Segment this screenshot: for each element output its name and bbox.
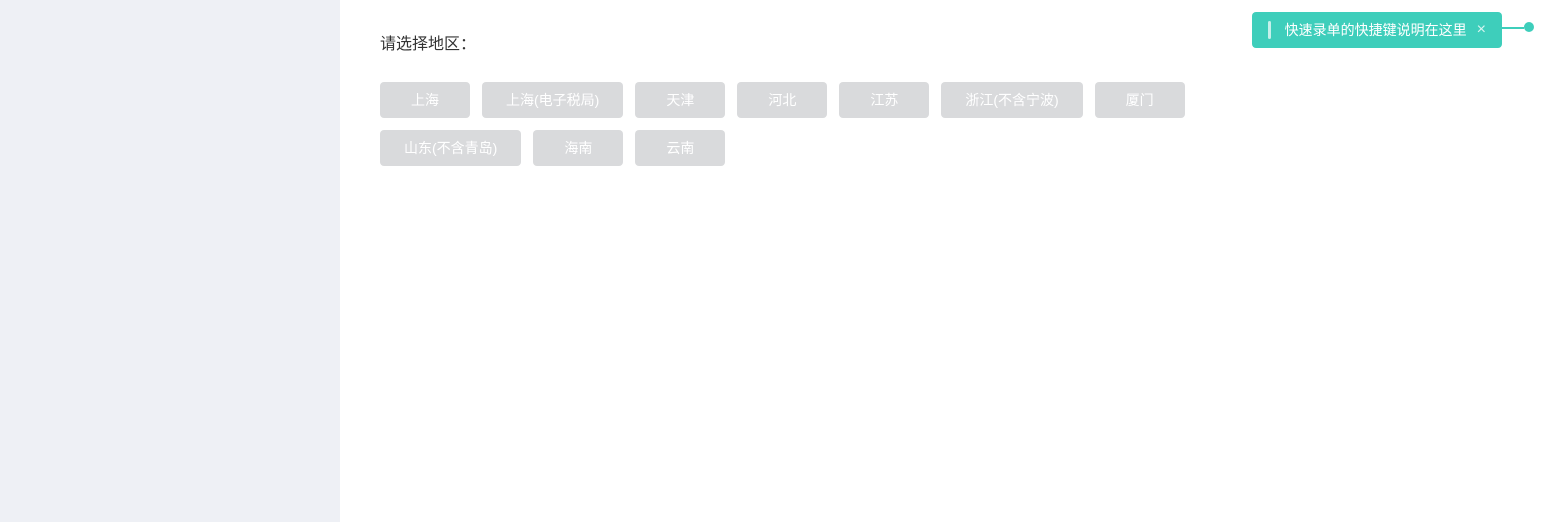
tooltip-dot xyxy=(1524,22,1534,32)
region-btn-zhejiang[interactable]: 浙江(不含宁波) xyxy=(941,82,1082,118)
region-btn-jiangsu[interactable]: 江苏 xyxy=(839,82,929,118)
region-btn-hebei[interactable]: 河北 xyxy=(737,82,827,118)
region-btn-xiamen[interactable]: 厦门 xyxy=(1095,82,1185,118)
tooltip-line xyxy=(1502,27,1524,29)
region-btn-shanghai[interactable]: 上海 xyxy=(380,82,470,118)
region-btn-hainan[interactable]: 海南 xyxy=(533,130,623,166)
main-content: 请选择地区： 上海 上海(电子税局) 天津 河北 江苏 浙江(不含宁波) 厦门 … xyxy=(340,0,1562,522)
region-btn-tianjin[interactable]: 天津 xyxy=(635,82,725,118)
sidebar xyxy=(0,0,340,522)
region-btn-shanghai-etax[interactable]: 上海(电子税局) xyxy=(482,82,623,118)
region-buttons-row2: 山东(不含青岛) 海南 云南 xyxy=(380,130,1522,166)
region-buttons: 上海 上海(电子税局) 天津 河北 江苏 浙江(不含宁波) 厦门 xyxy=(380,82,1522,118)
region-btn-yunnan[interactable]: 云南 xyxy=(635,130,725,166)
tooltip-text: 快速录单的快捷键说明在这里 xyxy=(1285,20,1467,40)
region-btn-shandong[interactable]: 山东(不含青岛) xyxy=(380,130,521,166)
tooltip-banner: 快速录单的快捷键说明在这里 × xyxy=(1252,12,1502,48)
close-icon[interactable]: × xyxy=(1477,22,1486,38)
